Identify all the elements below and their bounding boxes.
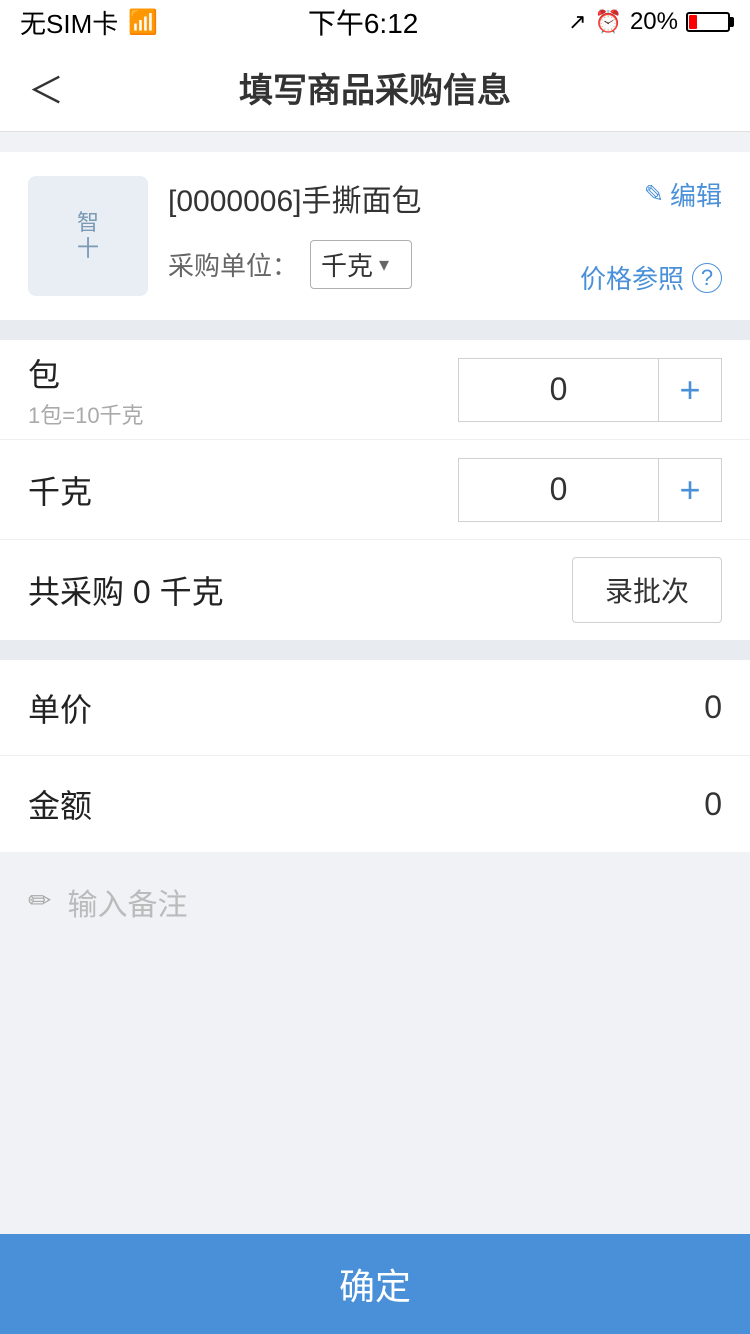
- bag-label: 包: [28, 350, 458, 396]
- price-ref-button[interactable]: 价格参照 ?: [580, 259, 722, 296]
- unit-label: 采购单位：: [168, 246, 298, 283]
- bag-sublabel: 1包=10千克: [28, 398, 458, 430]
- amount-label: 金额: [28, 781, 92, 827]
- unit-value: 千克: [321, 246, 373, 283]
- carrier-text: 无SIM卡: [20, 4, 118, 41]
- back-button[interactable]: ＜: [28, 62, 64, 114]
- input-section: 包 1包=10千克 + 千克 +: [0, 340, 750, 540]
- divider-2: [0, 640, 750, 660]
- confirm-button[interactable]: 确定: [0, 1234, 750, 1334]
- input-row-bag: 包 1包=10千克 +: [0, 340, 750, 440]
- page-title: 填写商品采购信息: [239, 63, 511, 112]
- bag-input-control: +: [458, 358, 722, 422]
- summary-text: 共采购 0 千克: [28, 567, 224, 613]
- alarm-icon: ⏰: [595, 9, 622, 35]
- kg-plus-button[interactable]: +: [658, 458, 722, 522]
- price-ref-label: 价格参照: [580, 259, 684, 296]
- bag-plus-button[interactable]: +: [658, 358, 722, 422]
- kg-input-control: +: [458, 458, 722, 522]
- battery-icon: [686, 12, 730, 32]
- status-left: 无SIM卡 📶: [20, 4, 158, 41]
- status-time: 下午6:12: [308, 2, 419, 42]
- bottom-spacer: [0, 972, 750, 1272]
- edit-label: 编辑: [670, 176, 722, 213]
- unit-price-label: 单价: [28, 685, 92, 731]
- input-row-kg: 千克 +: [0, 440, 750, 540]
- amount-value: 0: [704, 786, 722, 823]
- product-thumb-text: 智 十: [77, 210, 99, 263]
- wifi-icon: 📶: [128, 8, 158, 37]
- edit-button[interactable]: ✎ 编辑: [644, 176, 722, 213]
- battery-pct: 20%: [630, 8, 678, 36]
- status-right: ↗ ⏰ 20%: [568, 8, 730, 36]
- kg-label: 千克: [28, 467, 458, 513]
- unit-dropdown[interactable]: 千克: [310, 240, 412, 289]
- divider-1: [0, 320, 750, 340]
- help-icon: ?: [692, 263, 722, 293]
- product-thumbnail: 智 十: [28, 176, 148, 296]
- location-icon: ↗: [568, 9, 586, 35]
- amount-row: 金额 0: [0, 756, 750, 852]
- remark-section[interactable]: ✏ 输入备注: [0, 852, 750, 972]
- bag-label-container: 包 1包=10千克: [28, 350, 458, 430]
- edit-icon: ✎: [644, 180, 664, 209]
- info-section: 单价 0 金额 0: [0, 660, 750, 852]
- unit-price-value: 0: [704, 689, 722, 726]
- unit-price-row: 单价 0: [0, 660, 750, 756]
- summary-row: 共采购 0 千克 录批次: [0, 540, 750, 640]
- status-bar: 无SIM卡 📶 下午6:12 ↗ ⏰ 20%: [0, 0, 750, 44]
- bag-qty-input[interactable]: [458, 358, 658, 422]
- kg-qty-input[interactable]: [458, 458, 658, 522]
- record-batch-button[interactable]: 录批次: [572, 557, 722, 623]
- remark-placeholder: 输入备注: [67, 880, 187, 924]
- pencil-icon: ✏: [28, 884, 51, 917]
- kg-label-container: 千克: [28, 467, 458, 513]
- nav-bar: ＜ 填写商品采购信息: [0, 44, 750, 132]
- product-card: 智 十 [0000006]手撕面包 采购单位： 千克 ✎ 编辑 价格参照 ?: [0, 152, 750, 320]
- product-name: [0000006]手撕面包: [168, 176, 722, 220]
